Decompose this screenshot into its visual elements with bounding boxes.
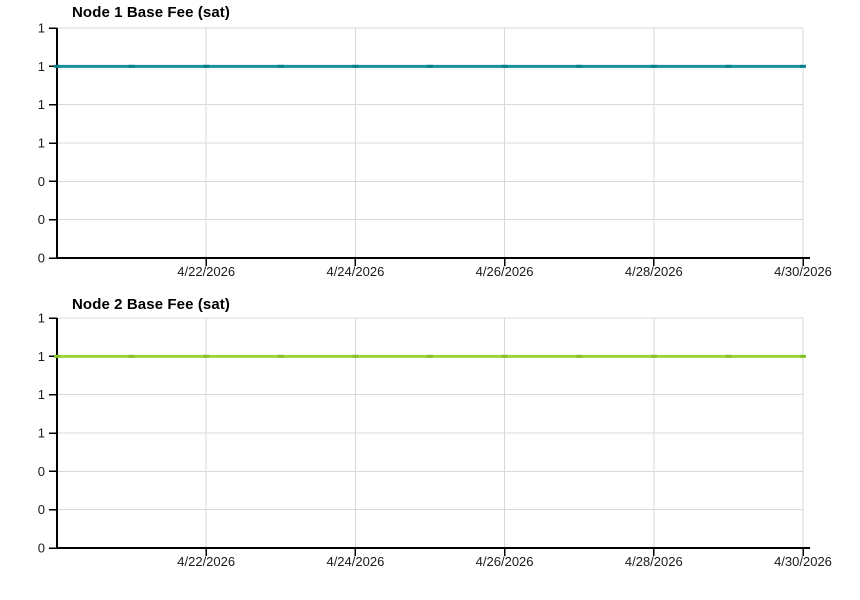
y-tick-label: 0 [38,502,45,517]
x-tick-label: 4/26/2026 [476,554,534,569]
series-point-marker [278,65,284,68]
series-point-marker [203,355,209,358]
chart-plot-area: 1 1 1 1 0 0 0 4/22/2026 4/24/2026 4/26/2026 4/28/2… [0,0,860,290]
series-point-marker [576,355,582,358]
y-tick-label: 1 [38,97,45,112]
series-point-marker [203,65,209,68]
y-tick-label: 1 [38,387,45,402]
x-tick-label: 4/26/2026 [476,264,534,279]
x-tick-label: 4/28/2026 [625,264,683,279]
series-point-marker [427,355,433,358]
series-point-marker [502,355,508,358]
series-point-marker [576,65,582,68]
series-point-marker [129,65,135,68]
x-tick-label: 4/24/2026 [326,264,384,279]
y-tick-label: 1 [38,59,45,74]
y-tick-label: 0 [38,541,45,556]
series-point-marker [54,355,60,358]
y-tick-label: 0 [38,212,45,227]
series-point-marker [352,355,358,358]
series-point-marker [800,65,806,68]
series-point-marker [800,355,806,358]
charts-dashboard: Node 1 Base Fee (sat) 11110004/22/20264/… [0,0,860,600]
x-tick-label: 4/24/2026 [326,554,384,569]
y-tick-label: 1 [38,349,45,364]
series-point-marker [502,65,508,68]
y-tick-label: 0 [38,251,45,266]
y-tick-label: 1 [38,21,45,36]
series-point-marker [651,355,657,358]
chart-node-1-base-fee: Node 1 Base Fee (sat) 11110004/22/20264/… [0,0,860,290]
y-tick-label: 1 [38,136,45,151]
x-tick-label: 4/28/2026 [625,554,683,569]
series-point-marker [725,355,731,358]
y-tick-label: 0 [38,174,45,189]
series-point-marker [129,355,135,358]
series-point-marker [278,355,284,358]
chart-plot-area: 1 1 1 1 0 0 0 4/22/2026 4/24/2026 4/26/2026 4/28/2… [0,290,860,580]
x-tick-label: 4/30/2026 [774,264,832,279]
series-point-marker [651,65,657,68]
series-point-marker [725,65,731,68]
series-point-marker [427,65,433,68]
x-tick-label: 4/22/2026 [177,264,235,279]
series-point-marker [352,65,358,68]
y-tick-label: 1 [38,311,45,326]
x-tick-label: 4/22/2026 [177,554,235,569]
y-tick-label: 0 [38,464,45,479]
series-point-marker [54,65,60,68]
x-tick-label: 4/30/2026 [774,554,832,569]
chart-node-2-base-fee: Node 2 Base Fee (sat) 11110004/22/20264/… [0,290,860,580]
y-tick-label: 1 [38,426,45,441]
